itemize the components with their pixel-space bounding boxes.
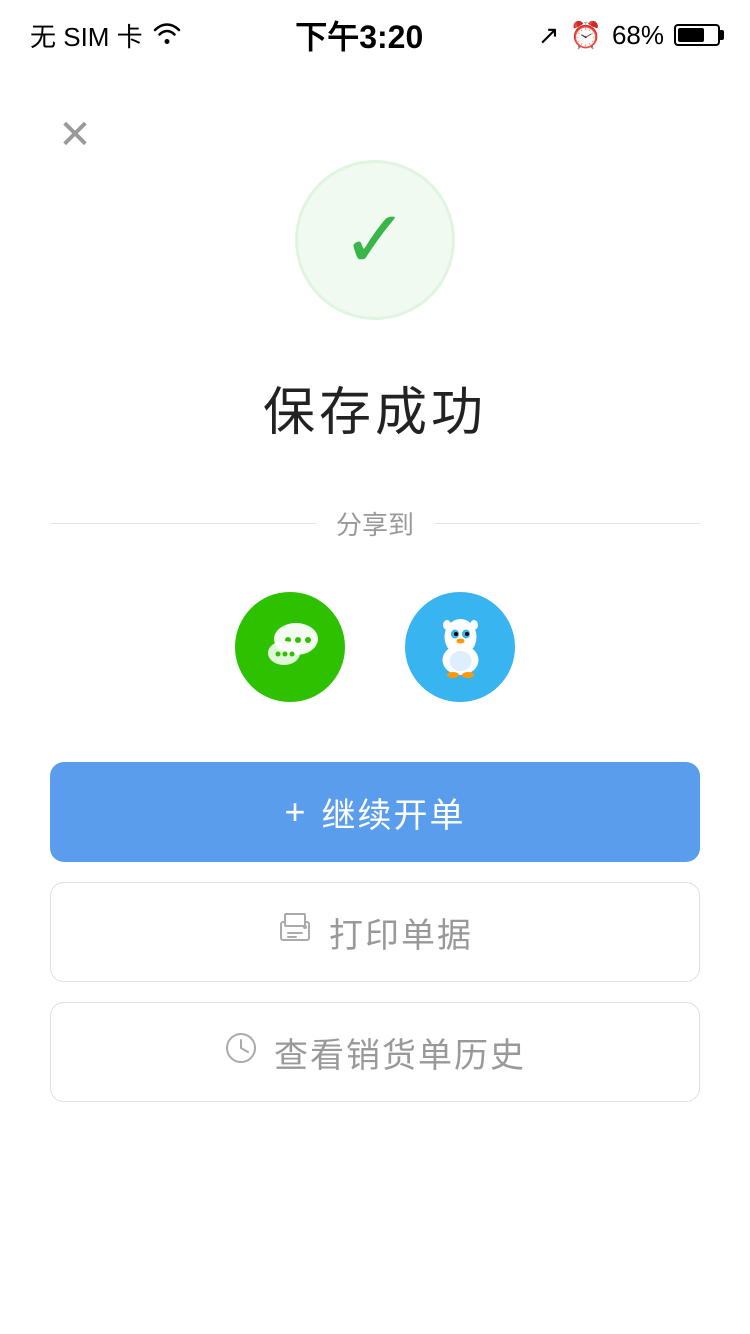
wifi-icon: [153, 20, 181, 51]
share-label: 分享到: [316, 505, 434, 542]
action-buttons: + 继续开单 打印单据: [50, 762, 700, 1102]
history-button-label: 查看销货单历史: [274, 1028, 526, 1077]
print-icon: [277, 912, 313, 952]
print-button[interactable]: 打印单据: [50, 882, 700, 982]
wechat-icon: [258, 617, 323, 677]
history-icon: [224, 1031, 258, 1073]
history-button[interactable]: 查看销货单历史: [50, 1002, 700, 1102]
main-content: ✕ ✓ 保存成功 分享到: [0, 70, 750, 1142]
continue-button-label: 继续开单: [322, 788, 466, 837]
carrier-text: 无 SIM 卡: [30, 17, 143, 54]
continue-button[interactable]: + 继续开单: [50, 762, 700, 862]
status-left: 无 SIM 卡: [30, 17, 181, 54]
success-section: ✓ 保存成功 分享到: [50, 110, 700, 1102]
alarm-icon: ⏰: [570, 20, 602, 51]
location-icon: ↗: [538, 20, 560, 51]
print-button-label: 打印单据: [329, 908, 473, 957]
battery-fill: [678, 28, 704, 42]
qq-share-button[interactable]: [405, 592, 515, 702]
wechat-share-button[interactable]: [235, 592, 345, 702]
divider-line-right: [434, 523, 700, 524]
success-circle: ✓: [295, 160, 455, 320]
success-title: 保存成功: [263, 370, 487, 445]
plus-icon: +: [284, 791, 305, 833]
checkmark-icon: ✓: [341, 200, 408, 280]
divider-line-left: [50, 523, 316, 524]
status-bar: 无 SIM 卡 下午3:20 ↗ ⏰ 68%: [0, 0, 750, 70]
battery-text: 68%: [612, 20, 664, 51]
share-divider: 分享到: [50, 505, 700, 542]
share-icons: [50, 592, 700, 702]
close-button[interactable]: ✕: [50, 110, 100, 160]
share-section: 分享到: [50, 505, 700, 702]
close-icon: ✕: [58, 115, 92, 155]
status-time: 下午3:20: [295, 12, 423, 58]
qq-icon: [433, 615, 488, 680]
status-right: ↗ ⏰ 68%: [538, 20, 720, 51]
battery-icon: [674, 24, 720, 46]
